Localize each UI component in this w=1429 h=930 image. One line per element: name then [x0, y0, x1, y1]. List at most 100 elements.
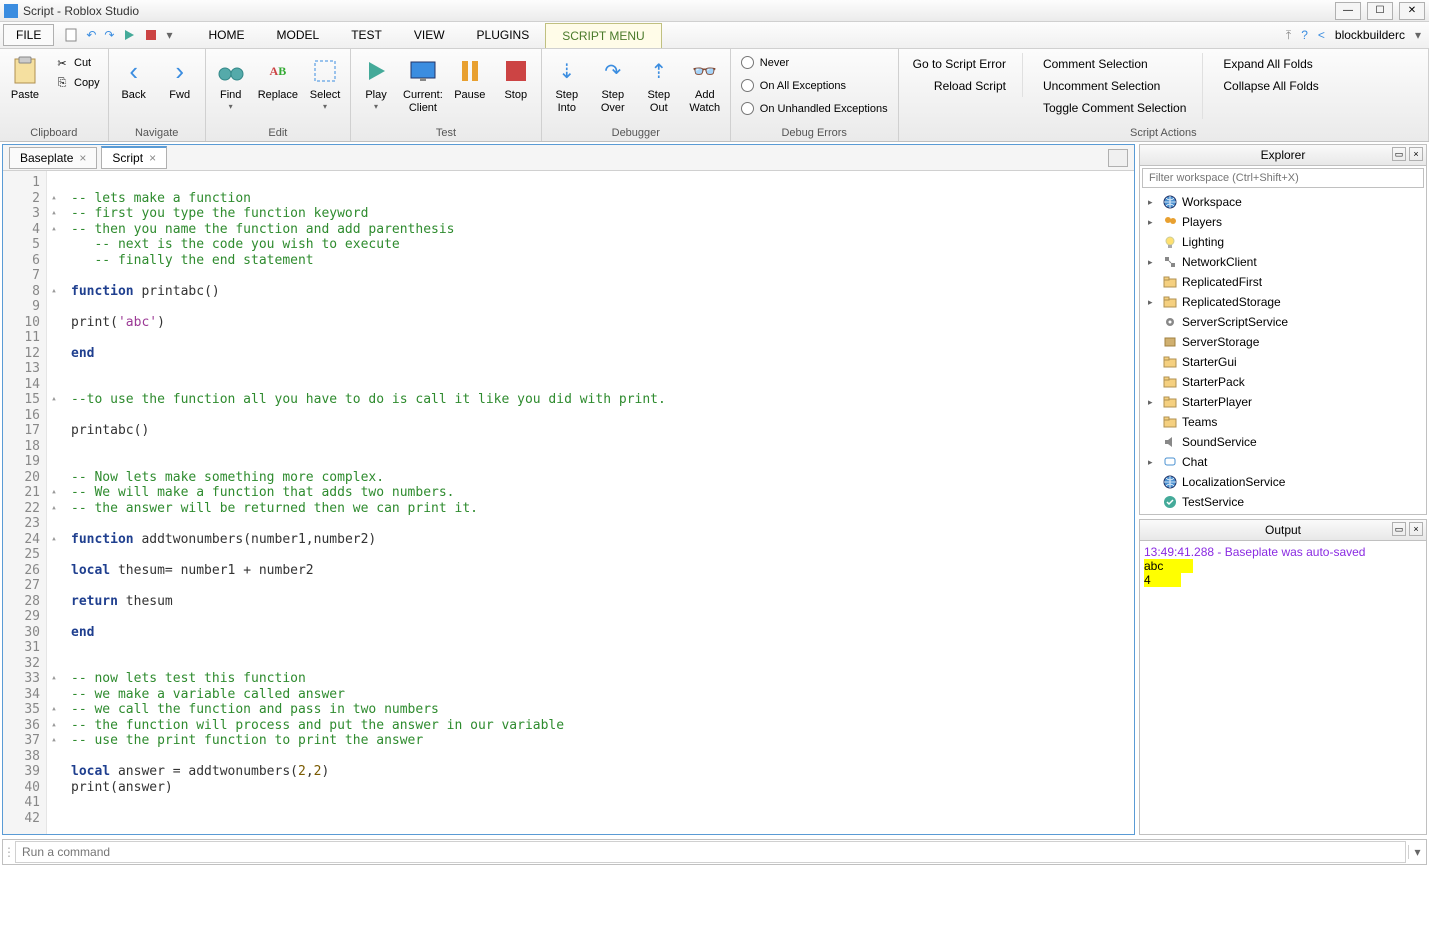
fwd-button[interactable]: ›Fwd	[159, 53, 201, 104]
back-button[interactable]: ‹Back	[113, 53, 155, 104]
reload-script-button[interactable]: Reload Script	[903, 75, 1016, 97]
cut-button[interactable]: ✂Cut	[50, 53, 104, 73]
current-client-button[interactable]: Current: Client	[401, 53, 445, 117]
folder-icon	[1162, 274, 1178, 290]
maximize-button[interactable]: ☐	[1367, 2, 1393, 20]
expand-icon[interactable]: ▸	[1148, 397, 1158, 408]
output-line: 4	[1144, 573, 1181, 587]
minimize-button[interactable]: —	[1335, 2, 1361, 20]
tree-item[interactable]: ServerScriptService	[1142, 312, 1424, 332]
share-icon[interactable]: <	[1318, 28, 1325, 42]
goto-error-button[interactable]: Go to Script Error	[903, 53, 1016, 75]
replace-button[interactable]: ABReplace	[256, 53, 300, 104]
expand-folds-button[interactable]: Expand All Folds	[1213, 53, 1328, 75]
command-input[interactable]	[15, 841, 1406, 863]
explorer-filter-input[interactable]	[1142, 168, 1424, 188]
step-out-button[interactable]: ⇡Step Out	[638, 53, 680, 117]
pause-button[interactable]: Pause	[449, 53, 491, 104]
paste-button[interactable]: Paste	[4, 53, 46, 104]
redo-icon[interactable]: ↷	[104, 28, 114, 42]
folder-icon	[1162, 354, 1178, 370]
close-button[interactable]: ✕	[1399, 2, 1425, 20]
tab-home[interactable]: HOME	[193, 23, 261, 48]
tree-item[interactable]: ▸ Players	[1142, 212, 1424, 232]
explorer-tree[interactable]: ▸Workspace▸PlayersLighting▸NetworkClient…	[1140, 190, 1426, 514]
step-into-button[interactable]: ⇣Step Into	[546, 53, 588, 117]
close-panel-icon[interactable]: ×	[1409, 522, 1423, 536]
output-line: 13:49:41.288 - Baseplate was auto-saved	[1144, 545, 1365, 559]
tree-item[interactable]: ServerStorage	[1142, 332, 1424, 352]
tab-scriptmenu[interactable]: SCRIPT MENU	[545, 23, 661, 48]
uncomment-button[interactable]: Uncomment Selection	[1033, 75, 1196, 97]
tab-plugins[interactable]: PLUGINS	[461, 23, 546, 48]
copy-button[interactable]: ⎘Copy	[50, 73, 104, 93]
find-button[interactable]: Find▾	[210, 53, 252, 113]
add-watch-button[interactable]: 👓Add Watch	[684, 53, 726, 117]
output-body[interactable]: 13:49:41.288 - Baseplate was auto-saveda…	[1140, 541, 1426, 834]
tab-test[interactable]: TEST	[335, 23, 398, 48]
tree-item[interactable]: Teams	[1142, 412, 1424, 432]
tree-item[interactable]: ▸NetworkClient	[1142, 252, 1424, 272]
file-menu[interactable]: FILE	[3, 24, 54, 46]
collapse-folds-button[interactable]: Collapse All Folds	[1213, 75, 1328, 97]
upgrade-icon[interactable]: ⤒	[1286, 28, 1291, 43]
play-button[interactable]: Play▾	[355, 53, 397, 113]
folder-icon	[1162, 394, 1178, 410]
new-icon[interactable]	[64, 28, 78, 42]
tab-view[interactable]: VIEW	[398, 23, 461, 48]
tree-item[interactable]: ReplicatedFirst	[1142, 272, 1424, 292]
tab-baseplate[interactable]: Baseplate×	[9, 147, 97, 169]
tab-model[interactable]: MODEL	[261, 23, 336, 48]
tree-item[interactable]: ▸Chat	[1142, 452, 1424, 472]
group-actions-label: Script Actions	[903, 125, 1424, 141]
expand-icon[interactable]: ▸	[1148, 297, 1158, 308]
username-label[interactable]: blockbuilderc	[1335, 28, 1405, 42]
group-clipboard-label: Clipboard	[4, 125, 104, 141]
tree-item[interactable]: ▸ ReplicatedStorage	[1142, 292, 1424, 312]
undo-icon[interactable]: ↶	[86, 28, 96, 42]
expand-icon[interactable]: ▸	[1148, 257, 1158, 268]
gear-icon	[1162, 314, 1178, 330]
toggle-comment-button[interactable]: Toggle Comment Selection	[1033, 97, 1196, 119]
tree-item[interactable]: SoundService	[1142, 432, 1424, 452]
code-editor[interactable]: 1234567891011121314151617181920212223242…	[3, 171, 1134, 834]
sound-icon	[1162, 434, 1178, 450]
user-dropdown-icon[interactable]: ▾	[1415, 28, 1421, 42]
close-tab-icon[interactable]: ×	[79, 151, 86, 165]
stop-icon[interactable]	[144, 28, 158, 42]
undock-icon[interactable]: ▭	[1392, 522, 1406, 536]
expand-icon[interactable]: ▸	[1148, 197, 1158, 208]
expand-icon[interactable]: ▸	[1148, 457, 1158, 468]
step-over-button[interactable]: ↷Step Over	[592, 53, 634, 117]
folder-icon	[1162, 294, 1178, 310]
command-dropdown-icon[interactable]: ▾	[1408, 845, 1426, 859]
tab-overflow-button[interactable]	[1108, 149, 1128, 167]
tree-item[interactable]: TestService	[1142, 492, 1424, 512]
errors-all-radio[interactable]: On All Exceptions	[735, 76, 894, 95]
tree-item[interactable]: LocalizationService	[1142, 472, 1424, 492]
expand-icon[interactable]: ▸	[1148, 217, 1158, 228]
tree-item[interactable]: StarterGui	[1142, 352, 1424, 372]
close-tab-icon[interactable]: ×	[149, 151, 156, 165]
tab-script[interactable]: Script×	[101, 146, 167, 169]
grip-icon[interactable]: ⋮⋮	[3, 845, 13, 859]
run-icon[interactable]	[122, 28, 136, 42]
tree-item-label: Players	[1182, 215, 1222, 229]
tree-item[interactable]: Lighting	[1142, 232, 1424, 252]
close-panel-icon[interactable]: ×	[1409, 147, 1423, 161]
tree-item[interactable]: ▸Workspace	[1142, 192, 1424, 212]
stop-button[interactable]: Stop	[495, 53, 537, 104]
select-button[interactable]: Select▾	[304, 53, 346, 113]
undock-icon[interactable]: ▭	[1392, 147, 1406, 161]
comment-button[interactable]: Comment Selection	[1033, 53, 1196, 75]
document-tabs: Baseplate× Script×	[3, 145, 1134, 171]
qat-dropdown-icon[interactable]: ▾	[166, 28, 172, 42]
tree-item-label: Lighting	[1182, 235, 1224, 249]
tree-item-label: ReplicatedStorage	[1182, 295, 1281, 309]
help-icon[interactable]: ?	[1301, 28, 1308, 42]
tree-item-label: StarterPack	[1182, 375, 1245, 389]
errors-never-radio[interactable]: Never	[735, 53, 894, 72]
tree-item[interactable]: StarterPack	[1142, 372, 1424, 392]
tree-item[interactable]: ▸StarterPlayer	[1142, 392, 1424, 412]
errors-unhandled-radio[interactable]: On Unhandled Exceptions	[735, 99, 894, 118]
